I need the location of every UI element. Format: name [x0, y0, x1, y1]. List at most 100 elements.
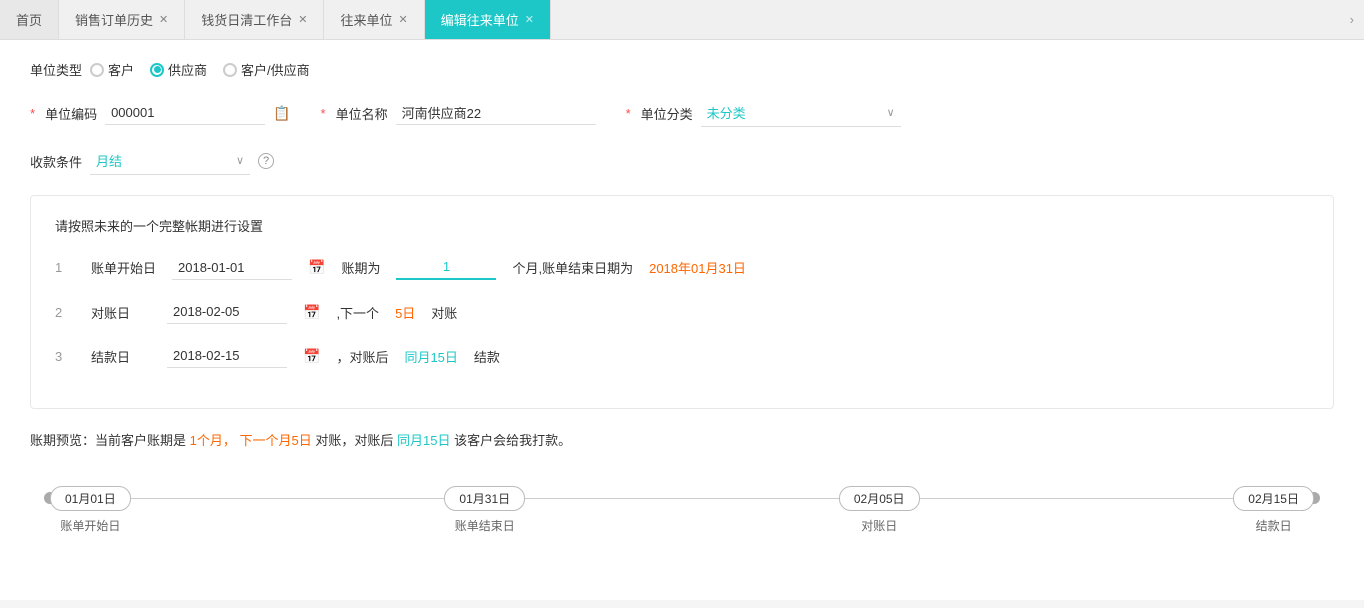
tab-arrow[interactable]: › — [1340, 0, 1364, 39]
radio-group: 客户 供应商 客户/供应商 — [90, 60, 310, 79]
tab-partners-label: 往来单位 — [340, 10, 392, 29]
payment-terms-arrow: ∨ — [236, 154, 244, 167]
data-row-2: 2 对账日 📅 ,下一个 5日 对账 — [55, 300, 1309, 324]
timeline-items: 01月01日 账单开始日 01月31日 账单结束日 02月05日 对账日 02月… — [50, 486, 1314, 534]
unit-code-copy-icon[interactable]: 📋 — [273, 105, 290, 122]
help-icon[interactable]: ? — [258, 153, 274, 169]
radio-both[interactable]: 客户/供应商 — [223, 60, 310, 79]
row-3-highlight: 同月15日 — [404, 347, 457, 366]
tab-edit-partner-close[interactable]: ✕ — [525, 13, 534, 26]
timeline-label-3: 对账日 — [861, 517, 897, 534]
tab-sales-history-close[interactable]: ✕ — [159, 13, 168, 26]
row-1-suffix-after: 个月,账单结束日期为 — [512, 258, 633, 277]
unit-info-row: * 单位编码 📋 * 单位名称 * 单位分类 未分类 ∨ — [30, 99, 1334, 127]
row-3-suffix: 结款 — [474, 347, 500, 366]
tab-bar: 首页 销售订单历史 ✕ 钱货日清工作台 ✕ 往来单位 ✕ 编辑往来单位 ✕ › — [0, 0, 1364, 40]
tab-edit-partner[interactable]: 编辑往来单位 ✕ — [425, 0, 551, 39]
preview-part5: 该客户会给我打款。 — [454, 433, 571, 448]
payment-terms-label: 收款条件 — [30, 152, 82, 171]
tab-home[interactable]: 首页 — [0, 0, 59, 39]
radio-both-label: 客户/供应商 — [241, 60, 310, 79]
preview-part1: 1个月， — [190, 433, 236, 448]
row-3-prefix: ，对账后 — [336, 347, 388, 366]
section-title: 请按照未来的一个完整帐期进行设置 — [55, 216, 1309, 235]
row-3-num: 3 — [55, 349, 75, 364]
timeline-badge-2: 01月31日 — [444, 486, 525, 511]
tab-home-label: 首页 — [16, 10, 42, 29]
unit-code-label: 单位编码 — [45, 104, 97, 123]
unit-type-row: 单位类型 客户 供应商 客户/供应商 — [30, 60, 1334, 79]
row-3-label: 结款日 — [91, 347, 151, 366]
tab-partners-close[interactable]: ✕ — [399, 13, 408, 26]
timeline-label-1: 账单开始日 — [60, 517, 120, 534]
row-1-label: 账单开始日 — [91, 258, 156, 277]
row-1-date-input[interactable] — [172, 256, 292, 280]
payment-terms-group: 收款条件 月结 ∨ ? — [30, 147, 274, 175]
timeline-badge-3: 02月05日 — [839, 486, 920, 511]
row-2-num: 2 — [55, 305, 75, 320]
tab-cash-work[interactable]: 钱货日清工作台 ✕ — [185, 0, 324, 39]
row-3-cal-icon[interactable]: 📅 — [303, 348, 320, 365]
row-2-highlight: 5日 — [395, 303, 415, 322]
preview-part3: 对账，对账后 — [315, 433, 393, 448]
payment-terms-dropdown[interactable]: 月结 ∨ — [90, 147, 250, 175]
radio-supplier-label: 供应商 — [168, 60, 207, 79]
tab-cash-work-label: 钱货日清工作台 — [201, 10, 292, 29]
radio-both-circle — [223, 63, 237, 77]
tab-sales-history[interactable]: 销售订单历史 ✕ — [59, 0, 185, 39]
row-2-label: 对账日 — [91, 303, 151, 322]
row-2-date-input[interactable] — [167, 300, 287, 324]
radio-supplier-circle — [150, 63, 164, 77]
payment-terms-value: 月结 — [96, 151, 232, 170]
unit-code-input[interactable] — [105, 101, 265, 125]
timeline-node-4: 02月15日 结款日 — [1233, 486, 1314, 534]
data-row-1: 1 账单开始日 📅 账期为 个月,账单结束日期为 2018年01月31日 — [55, 255, 1309, 280]
timeline-badge-1: 01月01日 — [50, 486, 131, 511]
unit-code-group: * 单位编码 📋 — [30, 101, 291, 125]
section-card: 请按照未来的一个完整帐期进行设置 1 账单开始日 📅 账期为 个月,账单结束日期… — [30, 195, 1334, 409]
period-input[interactable] — [396, 255, 496, 280]
row-2-cal-icon[interactable]: 📅 — [303, 304, 320, 321]
timeline-node-3: 02月05日 对账日 — [839, 486, 920, 534]
unit-name-star: * — [321, 106, 326, 121]
unit-type-group: 单位类型 客户 供应商 客户/供应商 — [30, 60, 310, 79]
payment-terms-row: 收款条件 月结 ∨ ? — [30, 147, 1334, 175]
row-2-suffix: 对账 — [431, 303, 457, 322]
unit-category-star: * — [626, 106, 631, 121]
row-2-prefix: ,下一个 — [336, 303, 379, 322]
unit-name-group: * 单位名称 — [321, 101, 596, 125]
tab-cash-work-close[interactable]: ✕ — [298, 13, 307, 26]
preview-label: 账期预览：当前客户账期是 — [30, 433, 186, 448]
preview-part2: 下一个月5日 — [240, 433, 312, 448]
unit-category-group: * 单位分类 未分类 ∨ — [626, 99, 901, 127]
timeline-node-1: 01月01日 账单开始日 — [50, 486, 131, 534]
main-content: 单位类型 客户 供应商 客户/供应商 * 单位编码 — [0, 40, 1364, 600]
tab-edit-partner-label: 编辑往来单位 — [441, 10, 519, 29]
unit-category-value: 未分类 — [707, 103, 883, 122]
timeline-container: 01月01日 账单开始日 01月31日 账单结束日 02月05日 对账日 02月… — [30, 476, 1334, 564]
unit-category-label: 单位分类 — [641, 104, 693, 123]
data-row-3: 3 结款日 📅 ，对账后 同月15日 结款 — [55, 344, 1309, 368]
timeline-label-2: 账单结束日 — [455, 517, 515, 534]
unit-name-input[interactable] — [396, 101, 596, 125]
preview-text: 账期预览：当前客户账期是 1个月， 下一个月5日 对账，对账后 同月15日 该客… — [30, 429, 1334, 452]
unit-name-label: 单位名称 — [336, 104, 388, 123]
tab-partners[interactable]: 往来单位 ✕ — [324, 0, 424, 39]
preview-part4: 同月15日 — [397, 433, 450, 448]
unit-category-dropdown[interactable]: 未分类 ∨ — [701, 99, 901, 127]
timeline-label-4: 结款日 — [1256, 517, 1292, 534]
unit-code-star: * — [30, 106, 35, 121]
row-1-suffix-before: 账期为 — [341, 258, 380, 277]
radio-customer-circle — [90, 63, 104, 77]
tab-sales-history-label: 销售订单历史 — [75, 10, 153, 29]
row-1-num: 1 — [55, 260, 75, 275]
radio-supplier[interactable]: 供应商 — [150, 60, 207, 79]
unit-type-label: 单位类型 — [30, 60, 82, 79]
radio-customer[interactable]: 客户 — [90, 60, 134, 79]
unit-category-arrow: ∨ — [887, 106, 895, 119]
radio-customer-label: 客户 — [108, 60, 134, 79]
timeline-node-2: 01月31日 账单结束日 — [444, 486, 525, 534]
row-1-cal-icon[interactable]: 📅 — [308, 259, 325, 276]
row-3-date-input[interactable] — [167, 344, 287, 368]
row-1-highlight: 2018年01月31日 — [649, 258, 746, 277]
